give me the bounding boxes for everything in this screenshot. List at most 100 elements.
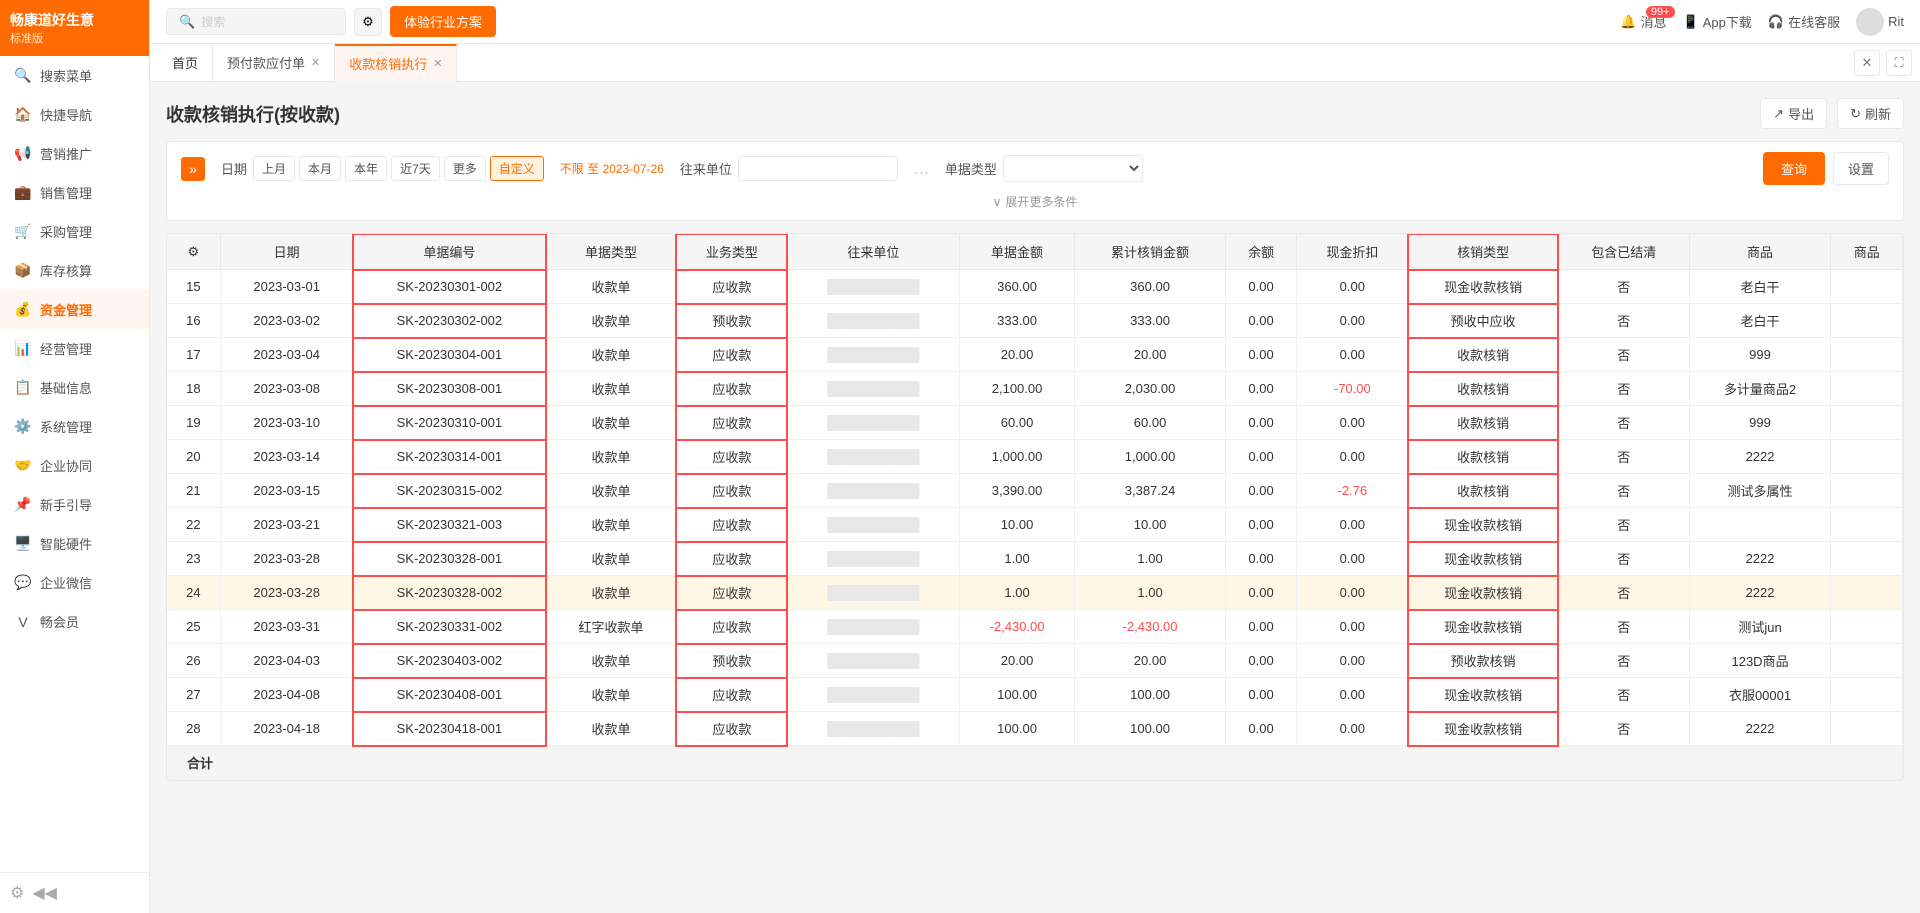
username-label: Rit — [1888, 14, 1904, 29]
partner-input[interactable] — [738, 156, 898, 181]
table-row: 20 2023-03-14 SK-20230314-001 收款单 应收款 ██… — [167, 440, 1903, 474]
online-service-button[interactable]: 🎧 在线客服 — [1768, 12, 1840, 31]
sidebar-item-marketing[interactable]: 📢营销推广 — [0, 134, 149, 173]
cell-verify-type: 收款核销 — [1408, 474, 1559, 508]
bill-no-link[interactable]: SK-20230403-002 — [397, 653, 503, 668]
date-custom[interactable]: 自定义 — [490, 156, 544, 181]
user-avatar[interactable]: Rit — [1856, 8, 1904, 36]
expand-button[interactable]: ∨ 展开更多条件 — [993, 193, 1078, 210]
table-row: 18 2023-03-08 SK-20230308-001 收款单 应收款 ██… — [167, 372, 1903, 406]
cell-bill-type: 收款单 — [546, 304, 677, 338]
expand-row: ∨ 展开更多条件 — [181, 193, 1889, 210]
sidebar-item-quicknav[interactable]: 🏠快捷导航 — [0, 95, 149, 134]
bill-no-link[interactable]: SK-20230315-002 — [397, 483, 503, 498]
tab-expand-button[interactable]: ⛶ — [1886, 50, 1912, 76]
tab-collection[interactable]: 收款核销执行✕ — [335, 44, 457, 82]
bill-no-link[interactable]: SK-20230308-001 — [397, 381, 503, 396]
sidebar-item-wechat[interactable]: 💬企业微信 — [0, 563, 149, 602]
cell-product2 — [1831, 304, 1903, 338]
cell-product2 — [1831, 406, 1903, 440]
col-settings[interactable]: ⚙ — [167, 234, 220, 270]
date-more[interactable]: 更多 — [444, 156, 486, 181]
date-prev-month[interactable]: 上月 — [253, 156, 295, 181]
cell-verify-amount: 60.00 — [1075, 406, 1226, 440]
cell-biz-type: 应收款 — [676, 576, 787, 610]
notifications-button[interactable]: 🔔 消息 99+ — [1620, 12, 1666, 31]
sidebar-item-label: 畅会员 — [40, 612, 79, 631]
online-service-label: 在线客服 — [1788, 12, 1840, 31]
cell-bill-type: 收款单 — [546, 270, 677, 304]
sidebar-item-sales[interactable]: 💼销售管理 — [0, 173, 149, 212]
bill-no-link[interactable]: SK-20230408-001 — [397, 687, 503, 702]
bill-no-link[interactable]: SK-20230321-003 — [397, 517, 503, 532]
export-button[interactable]: ↗ 导出 — [1760, 98, 1827, 129]
tab-home[interactable]: 首页 — [158, 44, 213, 82]
sidebar-item-hardware[interactable]: 🖥️智能硬件 — [0, 524, 149, 563]
sidebar-item-operations[interactable]: 📊经营管理 — [0, 329, 149, 368]
sidebar-item-member[interactable]: V畅会员 — [0, 602, 149, 641]
cell-verify-type: 预收中应收 — [1408, 304, 1559, 338]
page-header: 收款核销执行(按收款) ↗ 导出 ↻ 刷新 — [166, 98, 1904, 129]
cell-verify-amount: 1,000.00 — [1075, 440, 1226, 474]
cell-date: 2023-03-14 — [220, 440, 353, 474]
tab-close-prepay[interactable]: ✕ — [311, 56, 320, 69]
cell-include-settled: 否 — [1558, 644, 1689, 678]
sidebar-item-inventory[interactable]: 📦库存核算 — [0, 251, 149, 290]
sidebar-item-enterprise[interactable]: 🤝企业协同 — [0, 446, 149, 485]
solution-button[interactable]: 体验行业方案 — [390, 6, 496, 37]
bill-no-link[interactable]: SK-20230304-001 — [397, 347, 503, 362]
sidebar-item-label: 搜索菜单 — [40, 66, 92, 85]
sidebar-item-finance[interactable]: 💰资金管理 — [0, 290, 149, 329]
query-button[interactable]: 查询 — [1763, 152, 1825, 185]
bill-no-link[interactable]: SK-20230331-002 — [397, 619, 503, 634]
cell-partner: ██████████ — [787, 338, 959, 372]
date-this-month[interactable]: 本月 — [299, 156, 341, 181]
tabbar: 首页预付款应付单✕收款核销执行✕ ✕ ⛶ — [150, 44, 1920, 82]
tab-close-button[interactable]: ✕ — [1854, 50, 1880, 76]
cell-product1: 老白干 — [1689, 270, 1831, 304]
bill-no-link[interactable]: SK-20230328-001 — [397, 551, 503, 566]
sidebar-item-system[interactable]: ⚙️系统管理 — [0, 407, 149, 446]
filter-toggle-button[interactable]: » — [181, 157, 205, 181]
bill-no-link[interactable]: SK-20230328-002 — [397, 585, 503, 600]
cell-verify-amount: 1.00 — [1075, 542, 1226, 576]
cell-bill-no: SK-20230301-002 — [353, 270, 545, 304]
filter-more-dots[interactable]: ... — [914, 158, 929, 179]
cell-biz-type: 应收款 — [676, 440, 787, 474]
bill-no-link[interactable]: SK-20230310-001 — [397, 415, 503, 430]
date-this-year[interactable]: 本年 — [345, 156, 387, 181]
app-download-button[interactable]: 📱 App下载 — [1683, 12, 1752, 31]
sidebar-item-search[interactable]: 🔍搜索菜单 — [0, 56, 149, 95]
cell-balance: 0.00 — [1225, 644, 1296, 678]
search-placeholder: 搜索 — [201, 13, 225, 30]
topbar-search[interactable]: 🔍 搜索 — [166, 8, 346, 35]
date-7days[interactable]: 近7天 — [391, 156, 440, 181]
table-row: 17 2023-03-04 SK-20230304-001 收款单 应收款 ██… — [167, 338, 1903, 372]
table-row: 28 2023-04-18 SK-20230418-001 收款单 应收款 ██… — [167, 712, 1903, 746]
hardware-icon: 🖥️ — [14, 535, 32, 553]
tab-prepay[interactable]: 预付款应付单✕ — [213, 44, 335, 82]
gear-button[interactable]: ⚙ — [354, 8, 382, 36]
cell-cash-discount: 0.00 — [1297, 304, 1408, 338]
setting-button[interactable]: 设置 — [1833, 152, 1889, 185]
bill-no-link[interactable]: SK-20230314-001 — [397, 449, 503, 464]
chevron-down-icon: ∨ — [993, 195, 1002, 209]
cell-date: 2023-03-28 — [220, 542, 353, 576]
bill-no-link[interactable]: SK-20230301-002 — [397, 279, 503, 294]
refresh-button[interactable]: ↻ 刷新 — [1837, 98, 1904, 129]
bill-no-link[interactable]: SK-20230302-002 — [397, 313, 503, 328]
cell-balance: 0.00 — [1225, 576, 1296, 610]
sidebar-item-label: 系统管理 — [40, 417, 92, 436]
sidebar-item-purchase[interactable]: 🛒采购管理 — [0, 212, 149, 251]
col-cash-discount: 现金折扣 — [1297, 234, 1408, 270]
sidebar-bottom: ⚙ ◀◀ — [0, 872, 149, 913]
settings-icon[interactable]: ⚙ — [10, 883, 24, 903]
collapse-icon[interactable]: ◀◀ — [32, 883, 57, 903]
tab-close-collection[interactable]: ✕ — [433, 57, 442, 70]
cell-partner: ██████████ — [787, 304, 959, 338]
sidebar-item-guide[interactable]: 📌新手引导 — [0, 485, 149, 524]
bill-no-link[interactable]: SK-20230418-001 — [397, 721, 503, 736]
cell-date: 2023-04-18 — [220, 712, 353, 746]
sidebar-item-basic[interactable]: 📋基础信息 — [0, 368, 149, 407]
voucher-type-select[interactable] — [1003, 155, 1143, 182]
